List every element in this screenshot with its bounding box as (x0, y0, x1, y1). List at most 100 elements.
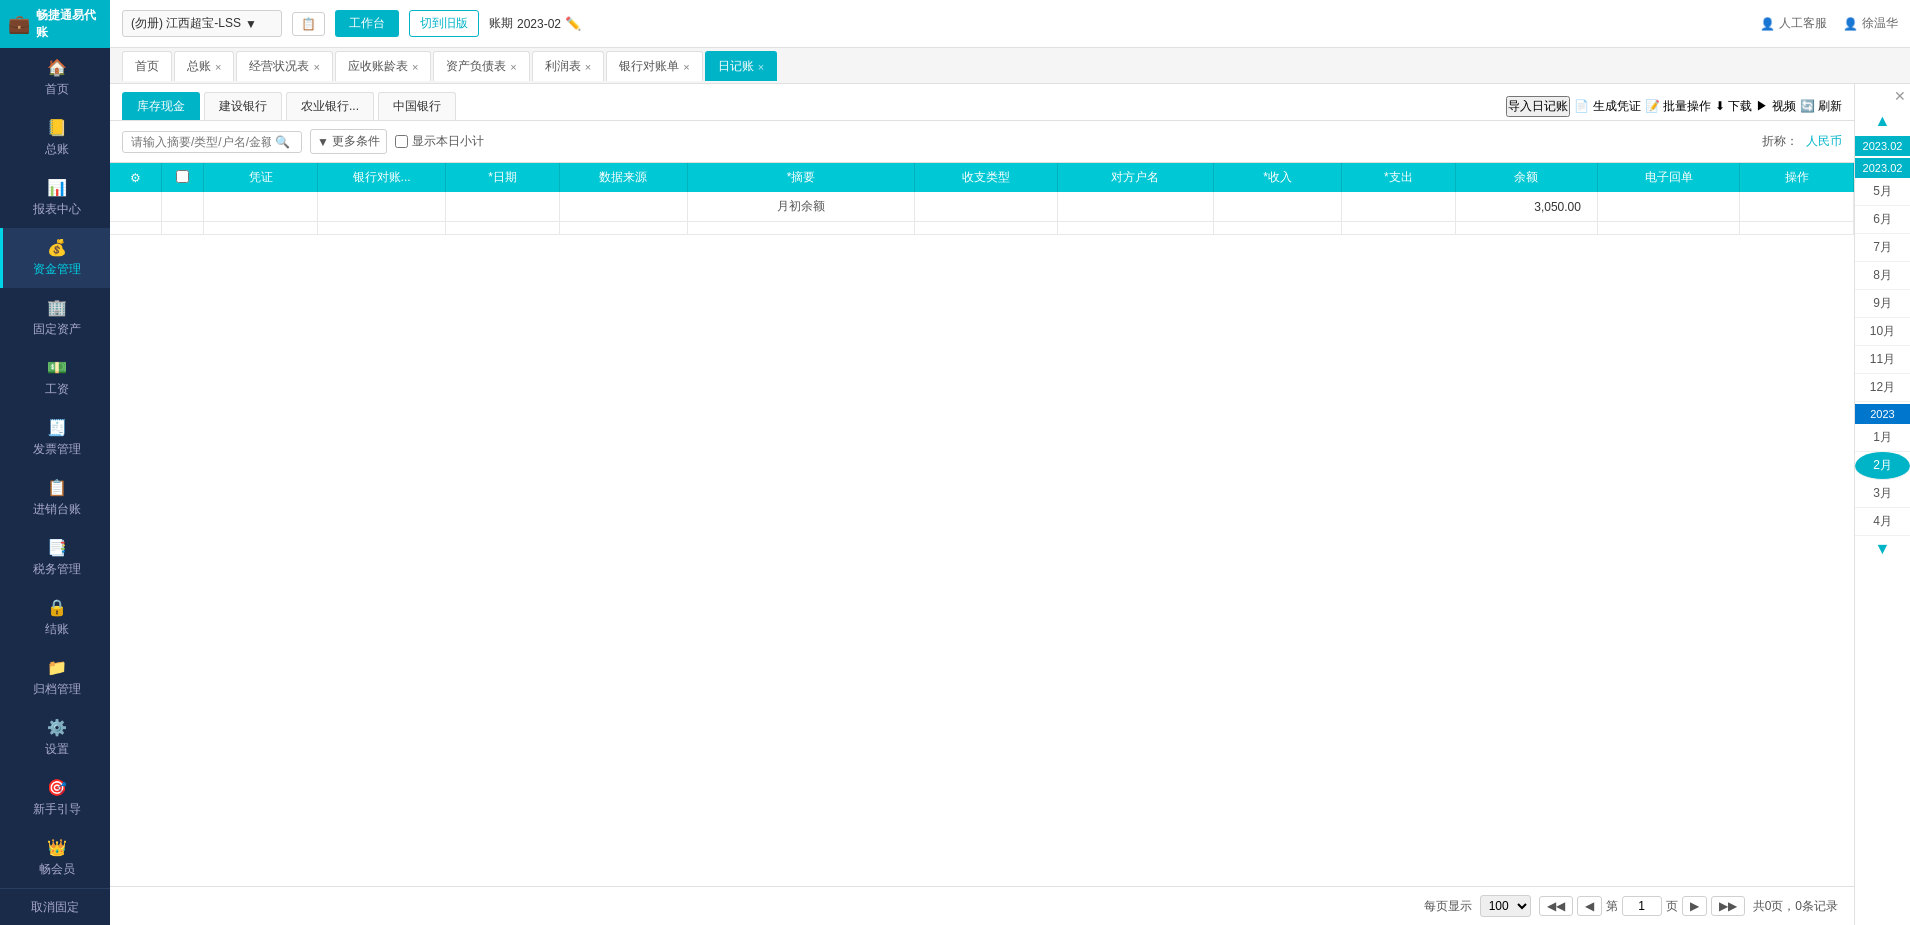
month-6[interactable]: 6月 (1855, 206, 1910, 234)
sidebar-item-member[interactable]: 👑 畅会员 (0, 828, 110, 888)
tab-ledger[interactable]: 总账 × (174, 51, 234, 81)
sidebar-item-capital[interactable]: 💰 资金管理 (0, 228, 110, 288)
tab-close-profit[interactable]: × (585, 61, 591, 73)
table-row (110, 222, 1854, 235)
date-scroll-down[interactable]: ▼ (1855, 536, 1910, 562)
tab-close-journal[interactable]: × (758, 61, 764, 73)
tab-profit[interactable]: 利润表 × (532, 51, 604, 81)
bank-tab-ccb[interactable]: 建设银行 (204, 92, 282, 120)
row2-ereceipt (1597, 222, 1739, 235)
date-scroll-up[interactable]: ▲ (1875, 108, 1891, 134)
period-edit-icon[interactable]: ✏️ (565, 16, 581, 31)
download-button[interactable]: ⬇ 下载 (1715, 98, 1752, 115)
search-input[interactable] (131, 135, 271, 149)
month-1[interactable]: 1月 (1855, 424, 1910, 452)
month-7[interactable]: 7月 (1855, 234, 1910, 262)
workbench-button[interactable]: 工作台 (335, 10, 399, 37)
tab-bank-match[interactable]: 银行对账单 × (606, 51, 702, 81)
back-to-old-button[interactable]: 切到旧版 (409, 10, 479, 37)
bank-tab-cash[interactable]: 库存现金 (122, 92, 200, 120)
show-daily-toggle[interactable]: 显示本日小计 (395, 133, 484, 150)
col-settings[interactable]: ⚙ (110, 163, 161, 192)
tab-receivable[interactable]: 应收账龄表 × (335, 51, 431, 81)
row1-settings (110, 192, 161, 222)
tab-close-assets[interactable]: × (510, 61, 516, 73)
tab-close-ledger[interactable]: × (215, 61, 221, 73)
year-label-top[interactable]: 2023.02 (1855, 136, 1910, 156)
tab-status[interactable]: 经营状况表 × (236, 51, 332, 81)
select-all-checkbox[interactable] (176, 170, 189, 183)
month-5[interactable]: 5月 (1855, 178, 1910, 206)
sidebar-item-assets[interactable]: 🏢 固定资产 (0, 288, 110, 348)
month-8[interactable]: 8月 (1855, 262, 1910, 290)
tab-profit-label: 利润表 (545, 58, 581, 75)
currency-label: 折称： (1762, 133, 1798, 150)
user-menu[interactable]: 👤 徐温华 (1843, 15, 1898, 32)
video-button[interactable]: ▶ 视频 (1756, 98, 1795, 115)
sidebar-item-report[interactable]: 📊 报表中心 (0, 168, 110, 228)
row1-summary: 月初余额 (687, 192, 915, 222)
col-counterparty-header: 对方户名 (1057, 163, 1213, 192)
first-page-button[interactable]: ◀◀ (1539, 896, 1573, 916)
unpin-sidebar[interactable]: 取消固定 (0, 888, 110, 925)
tab-status-label: 经营状况表 (249, 58, 309, 75)
prev-page-button[interactable]: ◀ (1577, 896, 1602, 916)
date-panel-close[interactable]: ✕ (1894, 88, 1906, 104)
import-journal-button[interactable]: 导入日记账 (1506, 96, 1570, 117)
month-10[interactable]: 10月 (1855, 318, 1910, 346)
tab-journal-label: 日记账 (718, 58, 754, 75)
month-3[interactable]: 3月 (1855, 480, 1910, 508)
show-daily-checkbox[interactable] (395, 135, 408, 148)
col-voucher-header: 凭证 (204, 163, 318, 192)
current-year-label[interactable]: 2023 (1855, 404, 1910, 424)
per-page-select[interactable]: 50100200 (1480, 895, 1531, 917)
month-9[interactable]: 9月 (1855, 290, 1910, 318)
col-check[interactable] (161, 163, 204, 192)
page-number-input[interactable] (1622, 896, 1662, 916)
tab-ledger-label: 总账 (187, 58, 211, 75)
sidebar-item-sales-ledger[interactable]: 📋 进销台账 (0, 468, 110, 528)
search-box[interactable]: 🔍 (122, 131, 302, 153)
copy-button[interactable]: 📋 (292, 12, 325, 36)
refresh-button[interactable]: 🔄 刷新 (1800, 98, 1842, 115)
year-label-top2[interactable]: 2023.02 (1855, 158, 1910, 178)
bank-tab-abc[interactable]: 农业银行... (286, 92, 374, 120)
sidebar-item-close[interactable]: 🔒 结账 (0, 588, 110, 648)
voucher-label: 生成凭证 (1593, 99, 1641, 113)
month-4[interactable]: 4月 (1855, 508, 1910, 536)
company-selector[interactable]: (勿册) 江西超宝-LSS ▼ (122, 10, 282, 37)
sidebar-item-ledger[interactable]: 📒 总账 (0, 108, 110, 168)
settings-gear-icon[interactable]: ⚙ (130, 171, 141, 185)
row1-income (1214, 192, 1342, 222)
last-page-button[interactable]: ▶▶ (1711, 896, 1745, 916)
more-filter-button[interactable]: ▼ 更多条件 (310, 129, 387, 154)
pagination-footer: 每页显示 50100200 ◀◀ ◀ 第 页 ▶ ▶▶ 共0页，0条记录 (110, 886, 1854, 925)
tab-journal[interactable]: 日记账 × (705, 51, 777, 81)
sidebar-item-guide[interactable]: 🎯 新手引导 (0, 768, 110, 828)
col-balance-header: 余额 (1455, 163, 1597, 192)
date-panel: ✕ ▲ 2023.02 2023.02 5月 6月 7月 8月 9月 10月 1… (1854, 84, 1910, 925)
bank-tab-boc[interactable]: 中国银行 (378, 92, 456, 120)
next-page-button[interactable]: ▶ (1682, 896, 1707, 916)
sidebar-item-payroll[interactable]: 💵 工资 (0, 348, 110, 408)
sidebar-item-settings[interactable]: ⚙️ 设置 (0, 708, 110, 768)
sidebar-item-tax[interactable]: 📑 税务管理 (0, 528, 110, 588)
month-11[interactable]: 11月 (1855, 346, 1910, 374)
currency-value[interactable]: 人民币 (1806, 133, 1842, 150)
tab-assets-table[interactable]: 资产负债表 × (433, 51, 529, 81)
search-icon[interactable]: 🔍 (275, 135, 290, 149)
sidebar-label-archive: 归档管理 (33, 681, 81, 698)
tab-close-bank[interactable]: × (683, 61, 689, 73)
service-button[interactable]: 👤 人工客服 (1760, 15, 1827, 32)
sidebar-item-home[interactable]: 🏠 首页 (0, 48, 110, 108)
tab-home[interactable]: 首页 (122, 51, 172, 81)
sidebar-item-invoice[interactable]: 🧾 发票管理 (0, 408, 110, 468)
row2-expense (1341, 222, 1455, 235)
tab-close-status[interactable]: × (313, 61, 319, 73)
sidebar-item-archive[interactable]: 📁 归档管理 (0, 648, 110, 708)
month-2-active[interactable]: 2月 (1855, 452, 1910, 480)
month-12[interactable]: 12月 (1855, 374, 1910, 402)
tab-close-receivable[interactable]: × (412, 61, 418, 73)
batch-operation-button[interactable]: 📝 批量操作 (1645, 98, 1711, 115)
generate-voucher-button[interactable]: 📄 生成凭证 (1574, 98, 1640, 115)
